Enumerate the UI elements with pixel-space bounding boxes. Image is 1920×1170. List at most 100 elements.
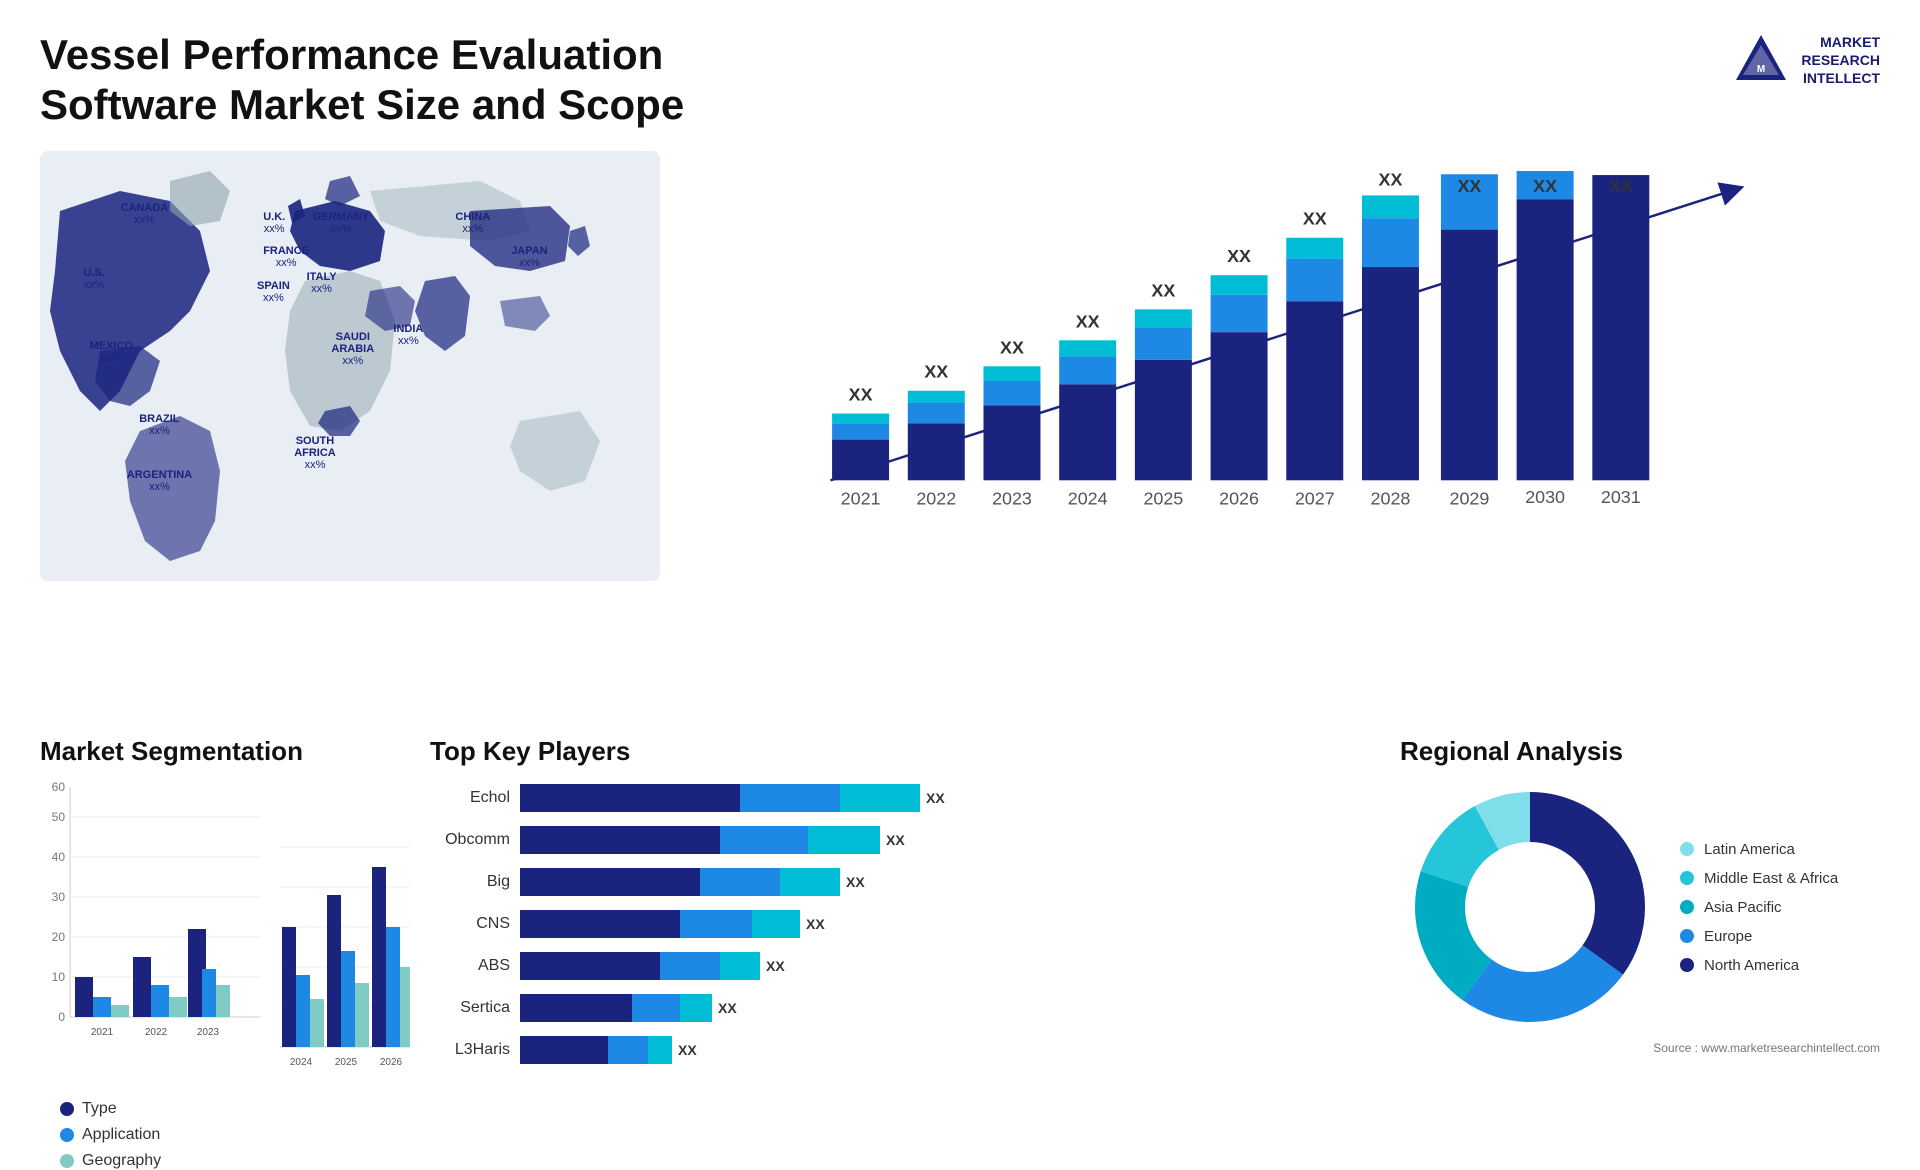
abs-label: XX: [766, 958, 785, 974]
svg-text:0: 0: [58, 1010, 65, 1024]
player-row-cns: CNS XX: [430, 908, 1380, 940]
player-row-big: Big XX: [430, 866, 1380, 898]
svg-text:60: 60: [52, 780, 66, 794]
player-bar-big: XX: [520, 866, 1380, 898]
svg-text:20: 20: [52, 930, 66, 944]
north-america-dot: [1680, 958, 1694, 972]
l3haris-bar-mid: [608, 1036, 648, 1064]
big-bar-dark: [520, 868, 700, 896]
svg-text:2025: 2025: [1143, 489, 1183, 509]
middle-east-dot: [1680, 871, 1694, 885]
regional-content: Latin America Middle East & Africa Asia …: [1400, 777, 1880, 1037]
l3haris-bar-light: [648, 1036, 672, 1064]
page-title: Vessel Performance Evaluation Software M…: [40, 30, 740, 131]
seg-svg-2: 2024 2025 2026: [280, 807, 410, 1087]
l3haris-bar-dark: [520, 1036, 608, 1064]
player-name-cns: CNS: [430, 915, 510, 933]
seg-legend-geo: Geography: [60, 1152, 410, 1170]
svg-text:XX: XX: [924, 362, 948, 382]
svg-text:10: 10: [52, 970, 66, 984]
legend-middle-east: Middle East & Africa: [1680, 870, 1838, 887]
source-text: Source : www.marketresearchintellect.com: [1400, 1041, 1880, 1055]
cns-label: XX: [806, 916, 825, 932]
svg-text:40: 40: [52, 850, 66, 864]
svg-text:2023: 2023: [992, 489, 1032, 509]
seg-chart: 0 10 20 30 40 50 60: [40, 777, 270, 1057]
legend-north-america: North America: [1680, 957, 1838, 974]
svg-text:2021: 2021: [841, 489, 881, 509]
bar-chart-container: XX 2021 XX 2022 XX 2023: [680, 151, 1880, 581]
seg-legend-app: Application: [60, 1126, 410, 1144]
svg-text:2026: 2026: [1219, 489, 1259, 509]
player-bar-abs: XX: [520, 950, 1380, 982]
player-name-echol: Echol: [430, 789, 510, 807]
big-bar-mid: [700, 868, 780, 896]
app-label: Application: [82, 1126, 160, 1144]
growth-chart-svg: XX 2021 XX 2022 XX 2023: [690, 171, 1850, 521]
sertica-bar-dark: [520, 994, 632, 1022]
svg-text:2028: 2028: [1371, 489, 1411, 509]
svg-text:2029: 2029: [1450, 489, 1490, 509]
cns-bar-dark: [520, 910, 680, 938]
player-bar-cns: XX: [520, 908, 1380, 940]
sertica-label: XX: [718, 1000, 737, 1016]
key-players-title: Top Key Players: [430, 736, 1380, 767]
latin-america-dot: [1680, 842, 1694, 856]
page-container: Vessel Performance Evaluation Software M…: [0, 0, 1920, 1146]
abs-bar-dark: [520, 952, 660, 980]
seg-svg: 0 10 20 30 40 50 60: [40, 777, 260, 1057]
svg-text:XX: XX: [1379, 171, 1403, 190]
obcomm-bar-dark: [520, 826, 720, 854]
player-bar-echol: XX: [520, 782, 1380, 814]
player-row-abs: ABS XX: [430, 950, 1380, 982]
regional-section: Regional Analysis: [1400, 736, 1880, 1116]
svg-text:XX: XX: [1303, 209, 1327, 229]
svg-text:M: M: [1757, 64, 1765, 75]
type-dot: [60, 1102, 74, 1116]
player-row-echol: Echol XX: [430, 782, 1380, 814]
geo-label: Geography: [82, 1152, 161, 1170]
europe-dot: [1680, 929, 1694, 943]
player-bar-l3haris: XX: [520, 1034, 1380, 1066]
player-name-big: Big: [430, 873, 510, 891]
legend-europe: Europe: [1680, 928, 1838, 945]
abs-bar-mid: [660, 952, 720, 980]
key-players-section: Top Key Players Echol XX Obcomm: [430, 736, 1380, 1116]
svg-text:XX: XX: [1533, 176, 1557, 196]
type-label: Type: [82, 1100, 117, 1118]
svg-text:2021: 2021: [91, 1027, 114, 1038]
donut-svg: [1400, 777, 1660, 1037]
svg-text:2022: 2022: [145, 1027, 168, 1038]
logo-icon: M: [1731, 30, 1791, 90]
players-list: Echol XX Obcomm XX: [430, 782, 1380, 1066]
asia-pacific-label: Asia Pacific: [1704, 899, 1782, 916]
legend-asia-pacific: Asia Pacific: [1680, 899, 1838, 916]
middle-east-label: Middle East & Africa: [1704, 870, 1838, 887]
asia-pacific-dot: [1680, 900, 1694, 914]
big-bar-light: [780, 868, 840, 896]
svg-text:2026: 2026: [380, 1057, 403, 1068]
svg-text:2030: 2030: [1525, 487, 1565, 507]
latin-america-label: Latin America: [1704, 841, 1795, 858]
svg-text:XX: XX: [1000, 337, 1024, 357]
player-row-obcomm: Obcomm XX: [430, 824, 1380, 856]
player-name-l3haris: L3Haris: [430, 1041, 510, 1059]
svg-text:XX: XX: [849, 384, 873, 404]
echol-bar-dark: [520, 784, 740, 812]
sertica-bar-light: [680, 994, 712, 1022]
svg-text:XX: XX: [1076, 311, 1100, 331]
svg-text:2031: 2031: [1601, 487, 1641, 507]
donut-chart: [1400, 777, 1660, 1037]
map-section: CANADAxx% U.S.xx% MEXICOxx% BRAZILxx% AR…: [40, 151, 660, 716]
l3haris-label: XX: [678, 1042, 697, 1058]
svg-text:2025: 2025: [335, 1057, 358, 1068]
market-growth-chart-section: XX 2021 XX 2022 XX 2023: [680, 151, 1880, 716]
regional-legend: Latin America Middle East & Africa Asia …: [1680, 841, 1838, 974]
seg-legend: Type Application Geography: [60, 1100, 410, 1170]
player-row-l3haris: L3Haris XX: [430, 1034, 1380, 1066]
echol-bar-light: [840, 784, 920, 812]
seg-legend-type: Type: [60, 1100, 410, 1118]
geo-dot: [60, 1154, 74, 1168]
echol-bar-mid: [740, 784, 840, 812]
svg-text:30: 30: [52, 890, 66, 904]
